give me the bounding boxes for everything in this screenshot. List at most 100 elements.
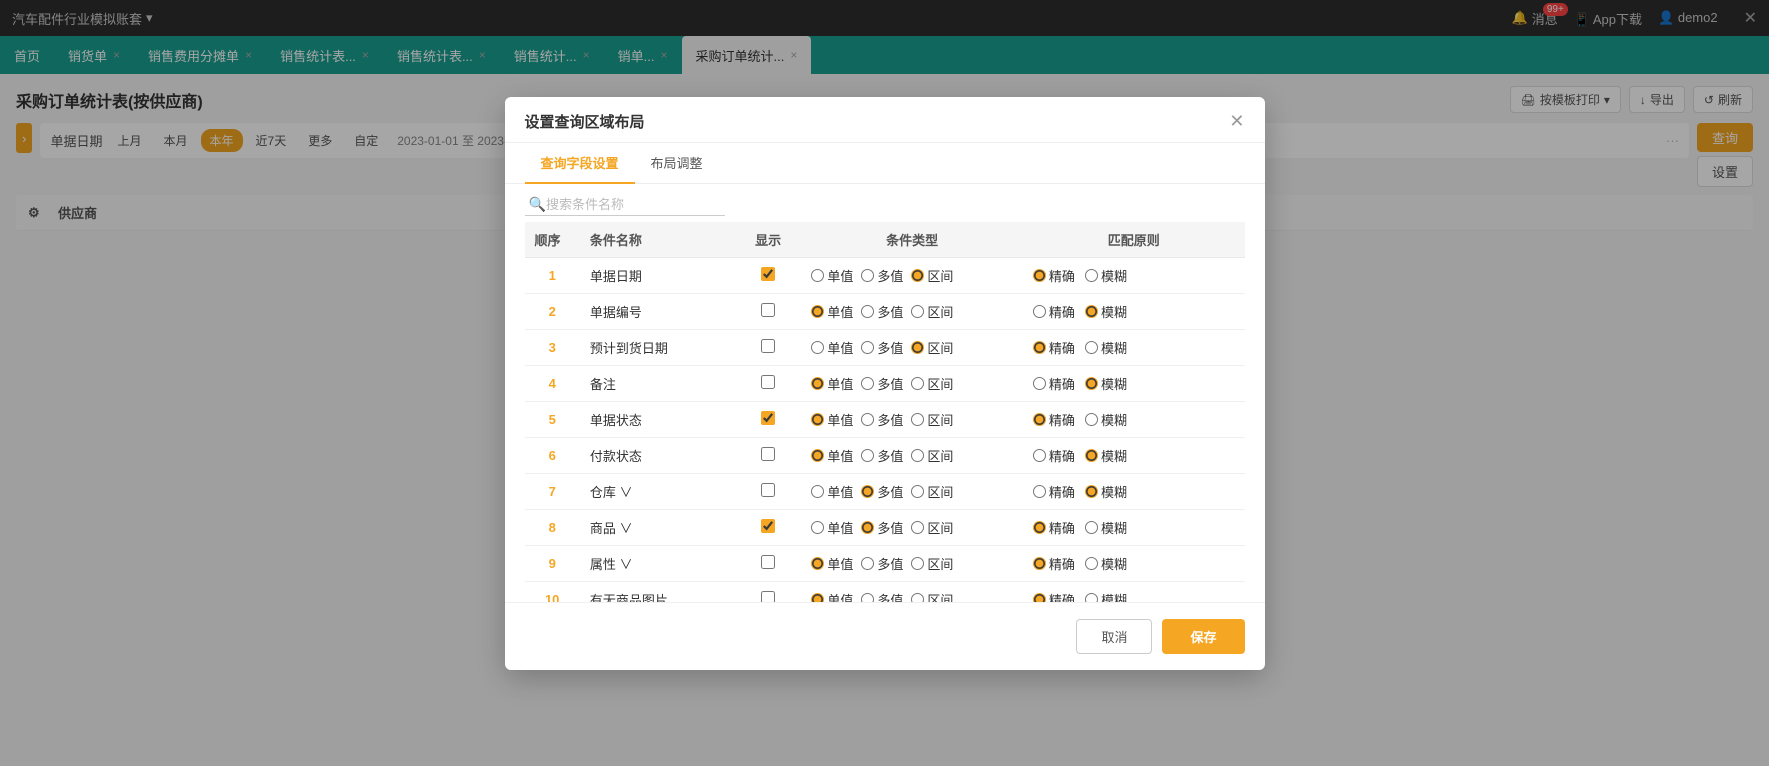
match-option-模糊-row-1[interactable]: 模糊 [1085,266,1127,285]
row-type-3: 单值多值区间 [801,329,1023,365]
row-show-2 [735,293,801,329]
type-option-单值-row-3[interactable]: 单值 [811,338,853,357]
row-match-3: 精确模糊 [1023,329,1245,365]
type-option-区间-row-9[interactable]: 区间 [911,554,953,573]
row-type-7: 单值多值区间 [801,473,1023,509]
show-checkbox-7[interactable] [761,483,775,497]
type-option-多值-row-8[interactable]: 多值 [861,518,903,537]
row-type-2: 单值多值区间 [801,293,1023,329]
type-option-多值-row-6[interactable]: 多值 [861,446,903,465]
type-option-单值-row-6[interactable]: 单值 [811,446,853,465]
type-option-多值-row-5[interactable]: 多值 [861,410,903,429]
row-type-4: 单值多值区间 [801,365,1023,401]
match-option-模糊-row-3[interactable]: 模糊 [1085,338,1127,357]
type-option-单值-row-4[interactable]: 单值 [811,374,853,393]
th-show: 显示 [735,222,801,258]
modal-footer: 取消 保存 [505,602,1265,670]
show-checkbox-3[interactable] [761,339,775,353]
row-show-7 [735,473,801,509]
match-option-精确-row-2[interactable]: 精确 [1033,302,1075,321]
match-option-模糊-row-8[interactable]: 模糊 [1085,518,1127,537]
table-row: 8商品 ∨单值多值区间精确模糊 [525,509,1245,545]
modal-search-area: 🔍 [505,184,1265,222]
th-order: 顺序 [525,222,580,258]
type-option-多值-row-3[interactable]: 多值 [861,338,903,357]
show-checkbox-1[interactable] [761,267,775,281]
match-option-模糊-row-2[interactable]: 模糊 [1085,302,1127,321]
type-option-单值-row-10[interactable]: 单值 [811,590,853,602]
match-option-精确-row-7[interactable]: 精确 [1033,482,1075,501]
modal-overlay: 设置查询区域布局 ✕ 查询字段设置 布局调整 🔍 顺序 [0,0,1769,766]
row-name-7: 仓库 ∨ [580,473,735,509]
th-type: 条件类型 [801,222,1023,258]
modal-tab-field-settings[interactable]: 查询字段设置 [525,143,635,184]
type-option-单值-row-9[interactable]: 单值 [811,554,853,573]
match-option-精确-row-5[interactable]: 精确 [1033,410,1075,429]
settings-modal: 设置查询区域布局 ✕ 查询字段设置 布局调整 🔍 顺序 [505,97,1265,670]
show-checkbox-9[interactable] [761,555,775,569]
match-option-精确-row-8[interactable]: 精确 [1033,518,1075,537]
modal-table-wrapper: 顺序 条件名称 显示 条件类型 匹配原则 1单据日期单值多值区间精确模糊2单据编… [505,222,1265,602]
match-option-精确-row-1[interactable]: 精确 [1033,266,1075,285]
modal-tab-layout-adjust[interactable]: 布局调整 [635,143,719,184]
row-type-6: 单值多值区间 [801,437,1023,473]
row-match-10: 精确模糊 [1023,581,1245,602]
type-option-多值-row-10[interactable]: 多值 [861,590,903,602]
match-option-模糊-row-10[interactable]: 模糊 [1085,590,1127,602]
search-wrapper: 🔍 [525,194,725,216]
match-option-模糊-row-9[interactable]: 模糊 [1085,554,1127,573]
match-option-精确-row-3[interactable]: 精确 [1033,338,1075,357]
type-option-区间-row-7[interactable]: 区间 [911,482,953,501]
row-order-1: 1 [525,257,580,293]
type-option-区间-row-8[interactable]: 区间 [911,518,953,537]
cancel-btn[interactable]: 取消 [1076,619,1152,654]
type-option-区间-row-5[interactable]: 区间 [911,410,953,429]
type-option-单值-row-1[interactable]: 单值 [811,266,853,285]
row-show-8 [735,509,801,545]
type-option-单值-row-8[interactable]: 单值 [811,518,853,537]
row-show-1 [735,257,801,293]
type-option-区间-row-6[interactable]: 区间 [911,446,953,465]
match-option-模糊-row-5[interactable]: 模糊 [1085,410,1127,429]
type-option-多值-row-4[interactable]: 多值 [861,374,903,393]
type-option-单值-row-7[interactable]: 单值 [811,482,853,501]
row-order-8: 8 [525,509,580,545]
match-option-精确-row-9[interactable]: 精确 [1033,554,1075,573]
table-row: 10有无商品图片单值多值区间精确模糊 [525,581,1245,602]
row-type-9: 单值多值区间 [801,545,1023,581]
row-order-7: 7 [525,473,580,509]
show-checkbox-10[interactable] [761,591,775,602]
type-option-多值-row-9[interactable]: 多值 [861,554,903,573]
show-checkbox-8[interactable] [761,519,775,533]
show-checkbox-2[interactable] [761,303,775,317]
type-option-区间-row-10[interactable]: 区间 [911,590,953,602]
match-option-精确-row-10[interactable]: 精确 [1033,590,1075,602]
show-checkbox-5[interactable] [761,411,775,425]
row-type-1: 单值多值区间 [801,257,1023,293]
show-checkbox-4[interactable] [761,375,775,389]
condition-search-input[interactable] [546,197,716,212]
type-option-单值-row-5[interactable]: 单值 [811,410,853,429]
row-show-9 [735,545,801,581]
modal-close-btn[interactable]: ✕ [1229,112,1244,130]
table-row: 2单据编号单值多值区间精确模糊 [525,293,1245,329]
type-option-单值-row-2[interactable]: 单值 [811,302,853,321]
type-option-区间-row-1[interactable]: 区间 [911,266,953,285]
save-btn[interactable]: 保存 [1162,619,1244,654]
th-match: 匹配原则 [1023,222,1245,258]
row-order-9: 9 [525,545,580,581]
type-option-区间-row-2[interactable]: 区间 [911,302,953,321]
row-show-6 [735,437,801,473]
type-option-区间-row-4[interactable]: 区间 [911,374,953,393]
match-option-精确-row-4[interactable]: 精确 [1033,374,1075,393]
type-option-区间-row-3[interactable]: 区间 [911,338,953,357]
match-option-模糊-row-4[interactable]: 模糊 [1085,374,1127,393]
row-show-4 [735,365,801,401]
type-option-多值-row-7[interactable]: 多值 [861,482,903,501]
type-option-多值-row-2[interactable]: 多值 [861,302,903,321]
match-option-模糊-row-7[interactable]: 模糊 [1085,482,1127,501]
match-option-模糊-row-6[interactable]: 模糊 [1085,446,1127,465]
type-option-多值-row-1[interactable]: 多值 [861,266,903,285]
show-checkbox-6[interactable] [761,447,775,461]
match-option-精确-row-6[interactable]: 精确 [1033,446,1075,465]
